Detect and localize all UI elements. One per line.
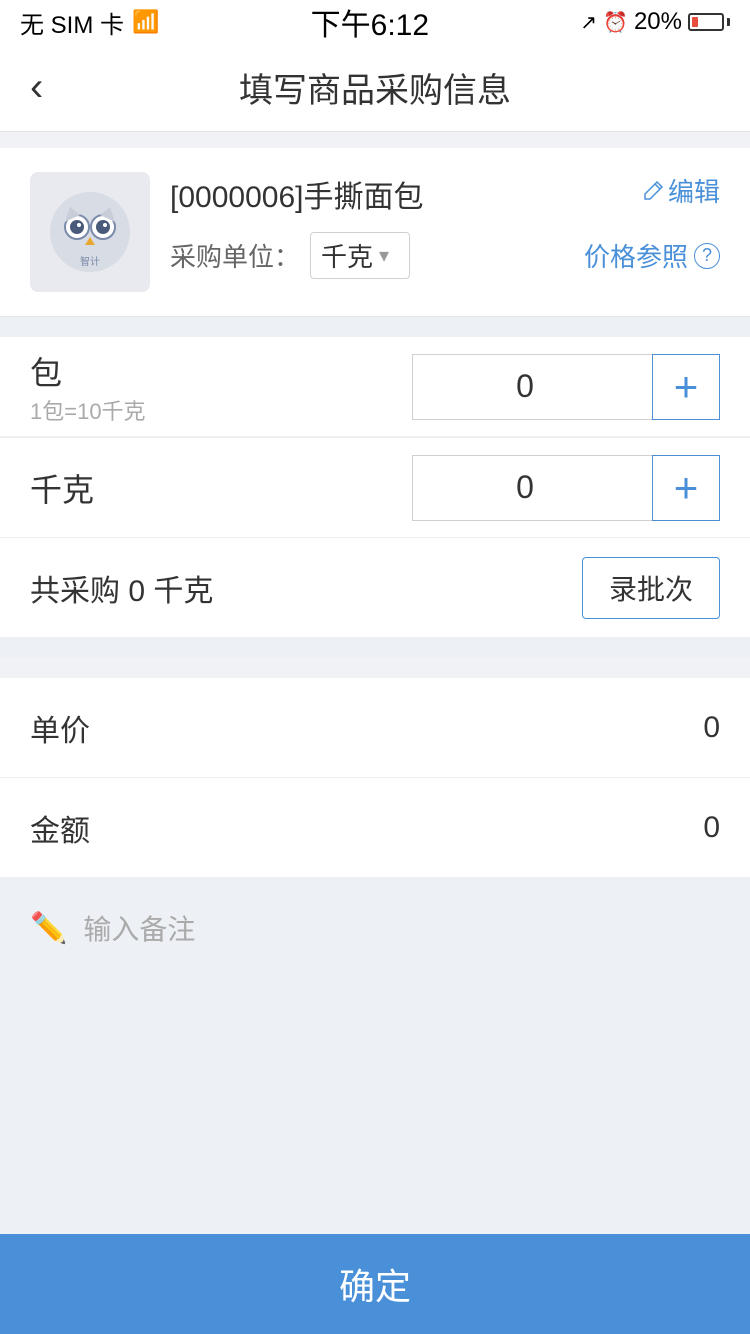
divider-1: [0, 317, 750, 337]
status-right: ↗ ⏰ 20%: [580, 8, 730, 36]
back-button[interactable]: ‹: [30, 65, 90, 110]
kg-label-main: 千克: [30, 465, 150, 511]
bag-label-block: 包 1包=10千克: [30, 348, 150, 426]
unit-price-value: 0: [703, 711, 720, 745]
location-icon: ↗: [580, 10, 597, 35]
alarm-icon: ⏰: [603, 10, 628, 35]
product-image: 智计: [30, 172, 150, 292]
page-title: 填写商品采购信息: [239, 63, 511, 112]
remark-section[interactable]: ✏️ 输入备注: [0, 878, 750, 978]
unit-price-label: 单价: [30, 706, 90, 750]
unit-price-row: 单价 0: [0, 678, 750, 778]
nav-bar: ‹ 填写商品采购信息: [0, 44, 750, 132]
status-time: 下午6:12: [311, 0, 429, 44]
product-info: [0000006]手撕面包 编辑 采购单位： 千克 ▾ 价格参照 ?: [170, 172, 720, 279]
bag-label-main: 包: [30, 348, 150, 394]
battery-icon: [688, 13, 730, 31]
price-ref-label: 价格参照: [584, 237, 688, 274]
bag-input-control: +: [150, 354, 720, 420]
unit-select[interactable]: 千克 ▾: [310, 232, 410, 279]
bag-quantity-input[interactable]: [412, 354, 652, 420]
pencil-icon: ✏️: [30, 911, 67, 946]
unit-value: 千克: [321, 237, 373, 274]
amount-label: 金额: [30, 806, 90, 850]
status-bar: 无 SIM 卡 📶 下午6:12 ↗ ⏰ 20%: [0, 0, 750, 44]
confirm-label: 确定: [339, 1258, 411, 1310]
kg-quantity-input[interactable]: [412, 455, 652, 521]
kg-input-control: +: [150, 455, 720, 521]
product-name: [0000006]手撕面包: [170, 172, 423, 216]
bag-label-sub: 1包=10千克: [30, 394, 150, 426]
input-section: 包 1包=10千克 + 千克 +: [0, 337, 750, 538]
confirm-button[interactable]: 确定: [0, 1234, 750, 1334]
product-card: 智计 [0000006]手撕面包 编辑 采购单位： 千克 ▾: [0, 148, 750, 317]
battery-percent: 20%: [634, 8, 682, 36]
edit-icon: [642, 180, 664, 202]
divider-2: [0, 638, 750, 658]
price-ref-button[interactable]: 价格参照 ?: [584, 237, 720, 274]
chevron-down-icon: ▾: [379, 243, 389, 268]
amount-row: 金额 0: [0, 778, 750, 878]
wifi-icon: 📶: [132, 9, 159, 35]
product-unit-row: 采购单位： 千克 ▾ 价格参照 ?: [170, 232, 720, 279]
remark-placeholder: 输入备注: [83, 908, 195, 948]
batch-button[interactable]: 录批次: [582, 557, 720, 619]
kg-input-row: 千克 +: [0, 438, 750, 538]
question-icon: ?: [694, 243, 720, 269]
amount-value: 0: [703, 811, 720, 845]
edit-button[interactable]: 编辑: [642, 172, 720, 209]
bag-input-row: 包 1包=10千克 +: [0, 337, 750, 437]
product-name-row: [0000006]手撕面包 编辑: [170, 172, 720, 216]
kg-label-block: 千克: [30, 465, 150, 511]
unit-label: 采购单位：: [170, 237, 300, 274]
sim-label: 无 SIM 卡: [20, 5, 124, 40]
info-section: 单价 0 金额 0: [0, 678, 750, 878]
bottom-area: [0, 978, 750, 1278]
summary-section: 共采购 0 千克 录批次: [0, 538, 750, 638]
owl-logo-svg: 智计: [45, 187, 135, 277]
svg-text:智计: 智计: [80, 255, 100, 268]
kg-plus-button[interactable]: +: [652, 455, 720, 521]
status-left: 无 SIM 卡 📶: [20, 5, 159, 40]
bag-plus-button[interactable]: +: [652, 354, 720, 420]
summary-text: 共采购 0 千克: [30, 566, 213, 610]
